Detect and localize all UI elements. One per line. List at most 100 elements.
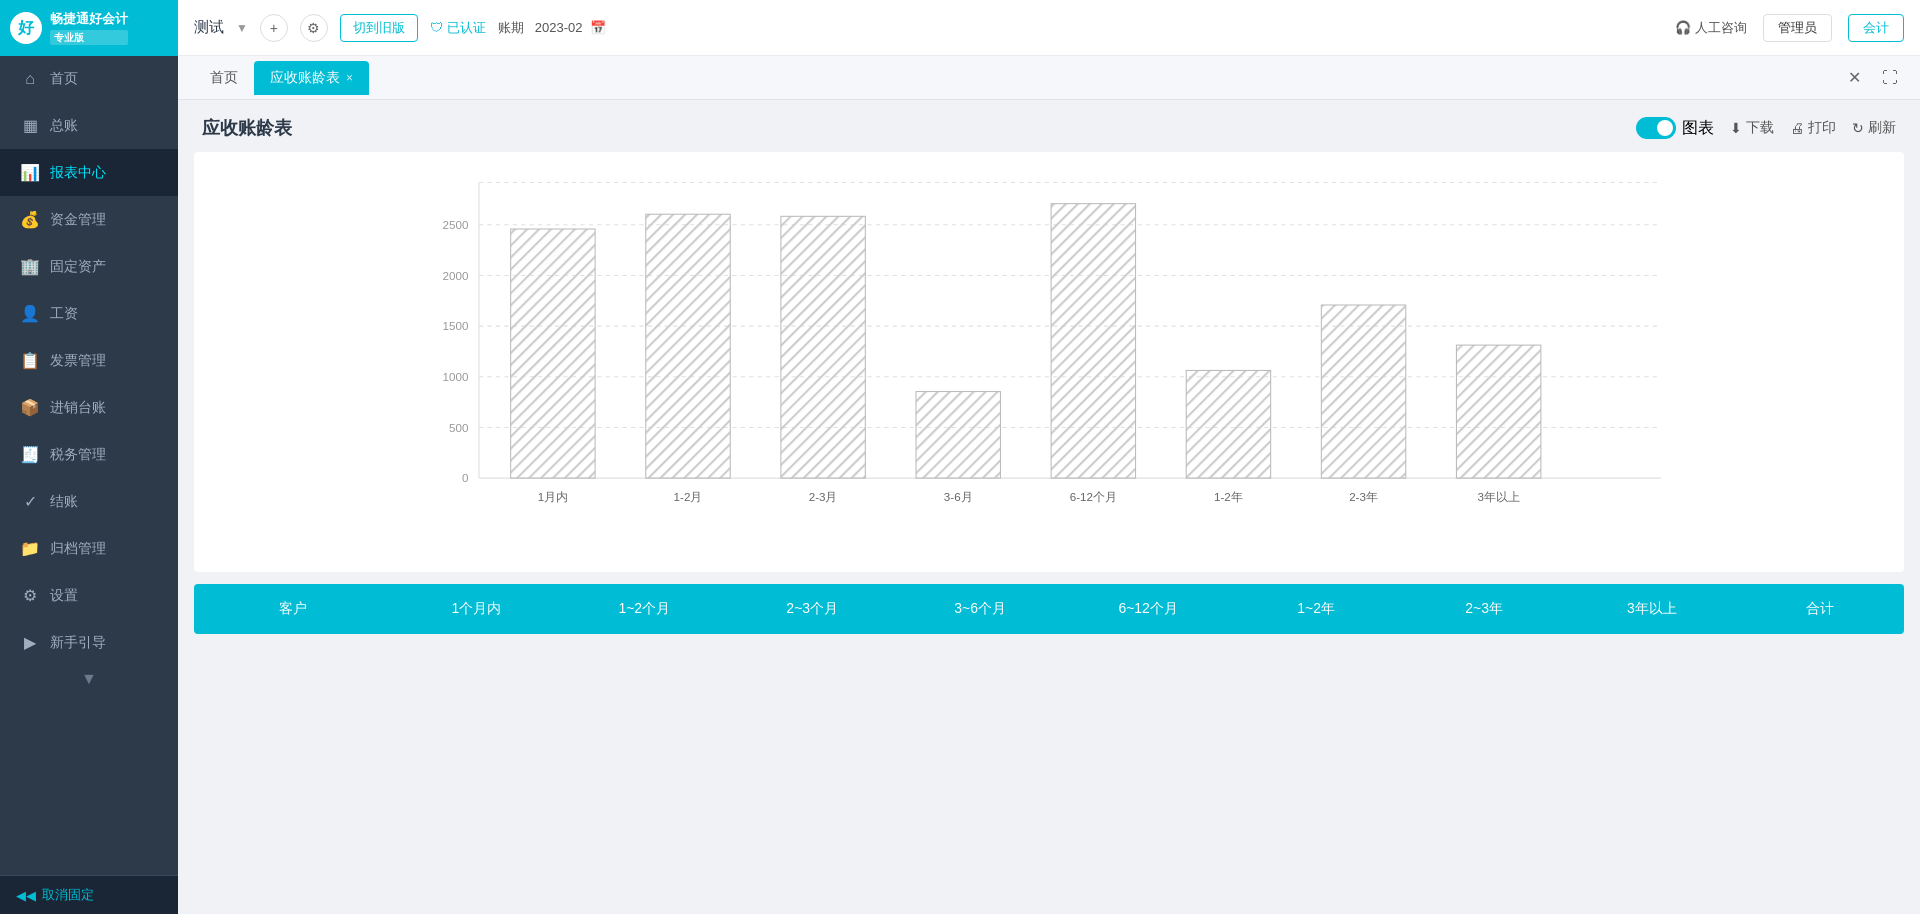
download-icon: ⬇: [1730, 120, 1742, 136]
expand-button[interactable]: ⛶: [1876, 64, 1904, 92]
assets-icon: 🏢: [20, 257, 40, 276]
chart-container: 0 500 1000 1500 2000 2500: [194, 152, 1904, 572]
headphone-icon: 🎧: [1675, 20, 1691, 35]
sidebar-item-label: 税务管理: [50, 446, 106, 464]
svg-rect-19: [1186, 370, 1270, 478]
app-name: 畅捷通好会计: [50, 11, 128, 28]
switch-old-version-button[interactable]: 切到旧版: [340, 14, 418, 42]
svg-text:500: 500: [449, 421, 468, 434]
sidebar-item-label: 归档管理: [50, 540, 106, 558]
sidebar-item-closing[interactable]: ✓ 结账: [0, 478, 178, 525]
app-logo: 好 畅捷通好会计 专业版: [0, 0, 178, 56]
sidebar-item-guide[interactable]: ▶ 新手引导: [0, 619, 178, 666]
settings-icon: ⚙: [20, 586, 40, 605]
user-button[interactable]: 管理员: [1763, 14, 1832, 42]
period-value: 2023-02: [535, 20, 583, 35]
svg-text:0: 0: [462, 471, 468, 484]
sidebar-item-label: 总账: [50, 117, 78, 135]
add-button[interactable]: +: [260, 14, 288, 42]
refresh-label: 刷新: [1868, 119, 1896, 137]
print-button[interactable]: 🖨 打印: [1790, 119, 1836, 137]
svg-rect-21: [1456, 345, 1540, 478]
sidebar-item-label: 首页: [50, 70, 78, 88]
tab-aging-report[interactable]: 应收账龄表 ×: [254, 61, 369, 95]
project-dropdown-icon[interactable]: ▼: [236, 21, 248, 35]
svg-text:3年以上: 3年以上: [1477, 490, 1519, 503]
svg-text:1-2年: 1-2年: [1214, 490, 1243, 503]
svg-text:2-3年: 2-3年: [1349, 490, 1378, 503]
funds-icon: 💰: [20, 210, 40, 229]
sidebar-item-payroll[interactable]: 👤 工资: [0, 290, 178, 337]
settings-button[interactable]: ⚙: [300, 14, 328, 42]
sidebar-item-ledger[interactable]: ▦ 总账: [0, 102, 178, 149]
close-panel-button[interactable]: ✕: [1840, 64, 1868, 92]
bar-chart: 0 500 1000 1500 2000 2500: [214, 172, 1884, 552]
table-header: 客户 1个月内 1~2个月 2~3个月 3~6个月 6~12个月 1~2年 2~…: [194, 584, 1904, 634]
payroll-icon: 👤: [20, 304, 40, 323]
tab-close-icon[interactable]: ×: [346, 71, 353, 85]
sidebar-item-assets[interactable]: 🏢 固定资产: [0, 243, 178, 290]
th-customer: 客户: [194, 584, 392, 634]
th-1month: 1个月内: [392, 584, 560, 634]
chart-toggle-label: 图表: [1682, 118, 1714, 139]
svg-text:2000: 2000: [443, 269, 469, 282]
svg-text:1500: 1500: [443, 319, 469, 332]
sidebar-item-label: 设置: [50, 587, 78, 605]
refresh-button[interactable]: ↻ 刷新: [1852, 119, 1896, 137]
sidebar-item-tax[interactable]: 🧾 税务管理: [0, 431, 178, 478]
th-6-12month: 6~12个月: [1064, 584, 1232, 634]
sidebar-item-label: 新手引导: [50, 634, 106, 652]
sidebar-item-funds[interactable]: 💰 资金管理: [0, 196, 178, 243]
sidebar-item-reports[interactable]: 📊 报表中心: [0, 149, 178, 196]
project-name: 测试: [194, 18, 224, 37]
ledger-icon: ▦: [20, 116, 40, 135]
sidebar: 好 畅捷通好会计 专业版 ⌂ 首页 ▦ 总账 📊 报表中心 💰 资金管理 🏢 固…: [0, 0, 178, 914]
tab-home-label: 首页: [210, 69, 238, 87]
tabbar-actions: ✕ ⛶: [1840, 64, 1904, 92]
sidebar-item-label: 发票管理: [50, 352, 106, 370]
chart-toggle-group: 图表: [1636, 117, 1714, 139]
closing-icon: ✓: [20, 492, 40, 511]
content-area: 应收账龄表 图表 ⬇ 下载 🖨 打印: [178, 100, 1920, 914]
role-button[interactable]: 会计: [1848, 14, 1904, 42]
sidebar-item-label: 固定资产: [50, 258, 106, 276]
guide-icon: ▶: [20, 633, 40, 652]
tabbar: 首页 应收账龄表 × ✕ ⛶: [178, 56, 1920, 100]
sidebar-item-label: 资金管理: [50, 211, 106, 229]
sidebar-nav: ⌂ 首页 ▦ 总账 📊 报表中心 💰 资金管理 🏢 固定资产 👤 工资 📋 发票…: [0, 56, 178, 875]
page-title: 应收账龄表: [202, 116, 292, 140]
archive-icon: 📁: [20, 539, 40, 558]
svg-text:3-6月: 3-6月: [944, 490, 973, 503]
svg-text:6-12个月: 6-12个月: [1070, 490, 1117, 503]
th-2-3month: 2~3个月: [728, 584, 896, 634]
svg-text:2-3月: 2-3月: [809, 490, 838, 503]
svg-rect-15: [646, 214, 730, 478]
app-edition: 专业版: [50, 30, 128, 45]
scroll-down-indicator: ▼: [0, 666, 178, 692]
sidebar-item-inventory[interactable]: 📦 进销台账: [0, 384, 178, 431]
page-actions: 图表 ⬇ 下载 🖨 打印 ↻ 刷新: [1636, 117, 1896, 139]
sidebar-item-settings[interactable]: ⚙ 设置: [0, 572, 178, 619]
topnav-right: 🎧 人工咨询 管理员 会计: [1675, 14, 1904, 42]
table-container: 客户 1个月内 1~2个月 2~3个月 3~6个月 6~12个月 1~2年 2~…: [194, 584, 1904, 634]
svg-rect-14: [511, 229, 595, 478]
certified-badge: 🛡 已认证: [430, 19, 486, 37]
sidebar-item-archive[interactable]: 📁 归档管理: [0, 525, 178, 572]
sidebar-item-label: 报表中心: [50, 164, 106, 182]
sidebar-item-invoice[interactable]: 📋 发票管理: [0, 337, 178, 384]
th-1-2month: 1~2个月: [560, 584, 728, 634]
svg-text:1000: 1000: [443, 370, 469, 383]
pin-label: 取消固定: [42, 886, 94, 904]
chart-toggle[interactable]: [1636, 117, 1676, 139]
download-button[interactable]: ⬇ 下载: [1730, 119, 1774, 137]
unpin-button[interactable]: ◀◀ 取消固定: [0, 875, 178, 914]
th-total: 合计: [1736, 584, 1904, 634]
sidebar-item-label: 工资: [50, 305, 78, 323]
th-3plus-year: 3年以上: [1568, 584, 1736, 634]
tab-aging-label: 应收账龄表: [270, 69, 340, 87]
tab-home[interactable]: 首页: [194, 61, 254, 95]
consult-button[interactable]: 🎧 人工咨询: [1675, 19, 1747, 37]
svg-text:1-2月: 1-2月: [674, 490, 703, 503]
sidebar-item-home[interactable]: ⌂ 首页: [0, 56, 178, 102]
svg-text:1月内: 1月内: [538, 490, 568, 503]
